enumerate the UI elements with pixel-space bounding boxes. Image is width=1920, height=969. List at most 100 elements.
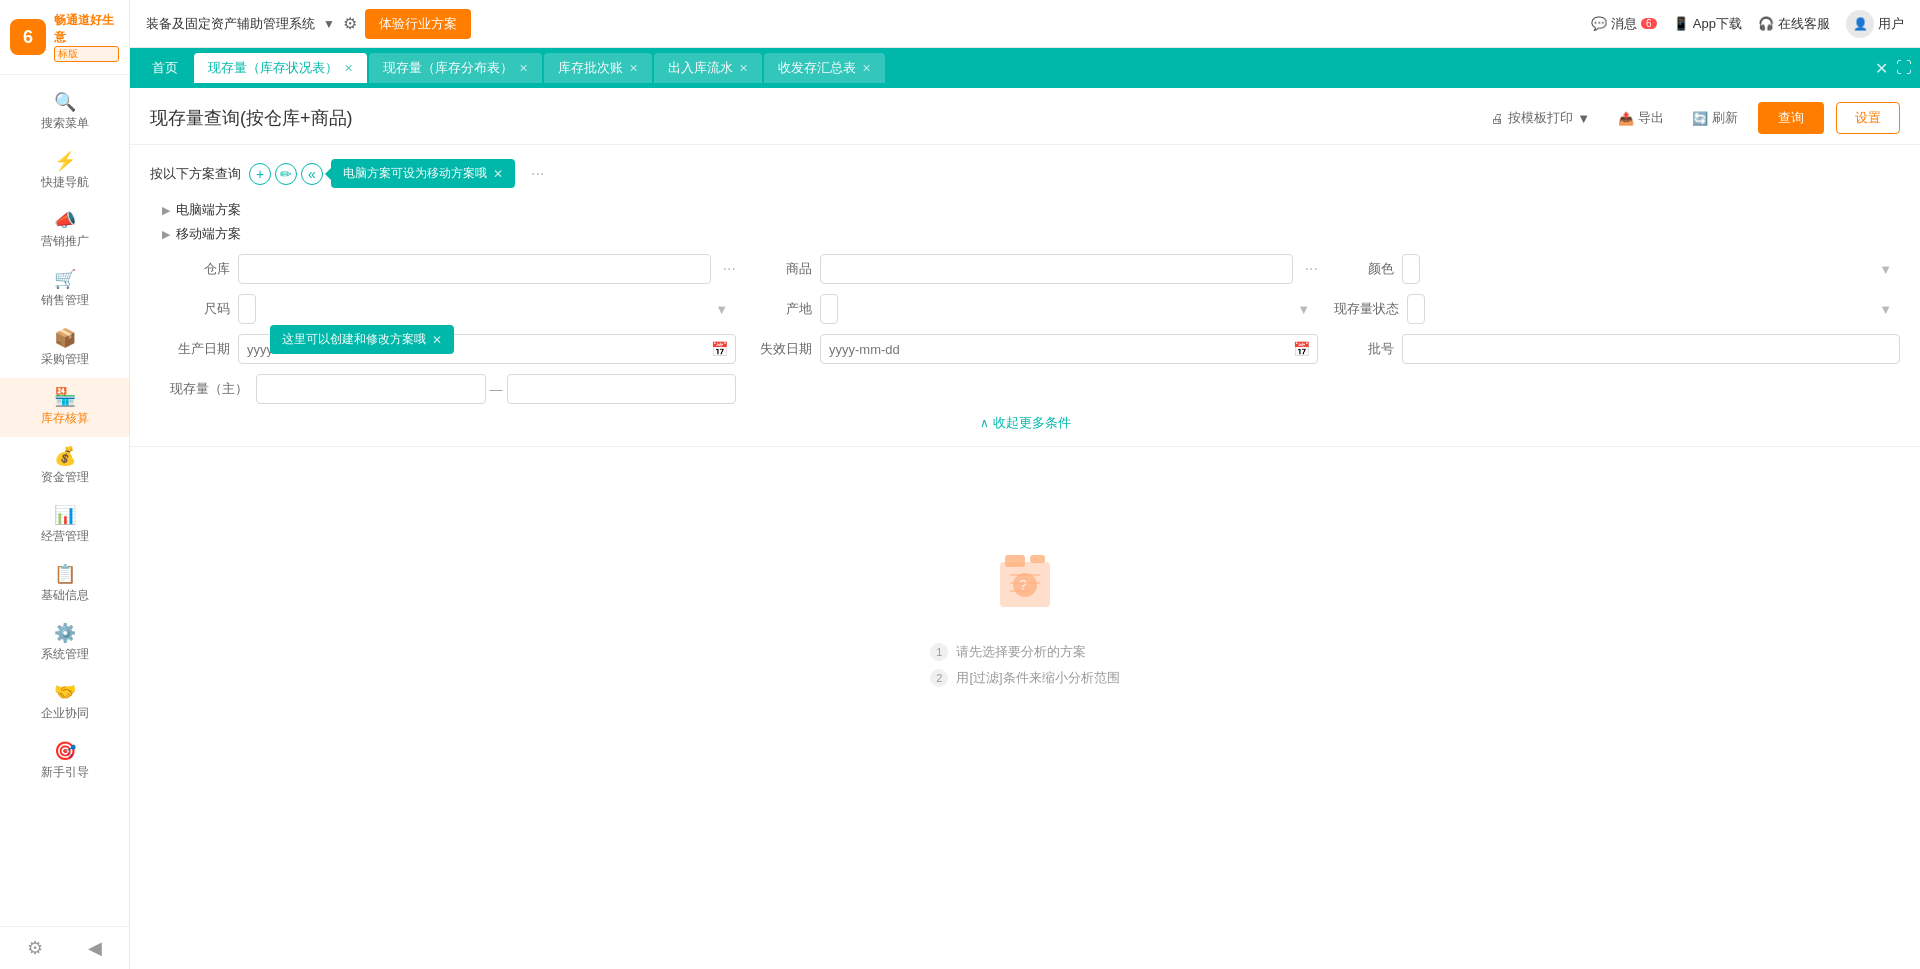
user-avatar: 👤 (1846, 10, 1874, 38)
tab-collect-close[interactable]: ✕ (862, 63, 871, 74)
color-select[interactable] (1402, 254, 1420, 284)
sidebar-item-sales[interactable]: 🛒 销售管理 (0, 260, 129, 319)
sidebar-nav: 🔍 搜索菜单 ⚡ 快捷导航 📣 营销推广 🛒 销售管理 📦 采购管理 🏪 库存核… (0, 75, 129, 926)
scheme-tooltip-text: 电脑方案可设为移动方案哦 (343, 165, 487, 182)
scheme-name-desktop: 电脑端方案 (176, 201, 241, 219)
tip-num-2: 2 (930, 669, 948, 687)
scheme-item-mobile[interactable]: ▶ 移动端方案 (162, 222, 1900, 246)
user-action[interactable]: 👤 用户 (1846, 10, 1904, 38)
scheme-arrow-desktop: ▶ (162, 204, 170, 217)
origin-select[interactable] (820, 294, 838, 324)
system-dropdown-icon[interactable]: ▼ (323, 17, 335, 31)
inventory-icon: 🏪 (54, 388, 76, 406)
header-right: 💬 消息 6 📱 App下载 🎧 在线客服 👤 用户 (1591, 10, 1904, 38)
filter-field-warehouse: 仓库 ··· (170, 254, 736, 284)
filter-field-stock-status: 现存量状态 ▼ (1334, 294, 1900, 324)
expire-date-cal-icon: 📅 (1293, 341, 1310, 357)
expire-date-start[interactable] (820, 334, 1318, 364)
sidebar-item-operations[interactable]: 📊 经营管理 (0, 496, 129, 555)
scheme-tooltip-close[interactable]: ✕ (493, 167, 503, 181)
tab-bar-end: ✕ ⛶ (1875, 59, 1912, 78)
tab-batch[interactable]: 库存批次账 ✕ (544, 53, 652, 83)
tab-collect[interactable]: 收发存汇总表 ✕ (764, 53, 885, 83)
warehouse-input[interactable] (238, 254, 711, 284)
trial-button[interactable]: 体验行业方案 (365, 9, 471, 39)
tab-inout-close[interactable]: ✕ (739, 63, 748, 74)
range-sep: — (490, 382, 503, 397)
system-name: 装备及固定资产辅助管理系统 (146, 15, 315, 33)
stock-status-select[interactable] (1407, 294, 1425, 324)
system-icon: ⚙️ (54, 624, 76, 642)
sidebar-item-search[interactable]: 🔍 搜索菜单 (0, 83, 129, 142)
sidebar-item-guide[interactable]: 🎯 新手引导 (0, 732, 129, 791)
sidebar-item-enterprise[interactable]: 🤝 企业协同 (0, 673, 129, 732)
size-select[interactable] (238, 294, 256, 324)
stock-qty-min[interactable] (256, 374, 486, 404)
tab-home[interactable]: 首页 (138, 53, 192, 83)
stock-status-label: 现存量状态 (1334, 300, 1399, 318)
produce-date-label: 生产日期 (170, 340, 230, 358)
filter-row-2: 尺码 ▼ 产地 (170, 294, 1900, 324)
tab-inout[interactable]: 出入库流水 ✕ (654, 53, 762, 83)
sidebar-item-inventory[interactable]: 🏪 库存核算 (0, 378, 129, 437)
tab-bar: 首页 现存量（库存状况表） ✕ 现存量（库存分布表） ✕ 库存批次账 ✕ 出入库… (130, 48, 1920, 88)
operations-icon: 📊 (54, 506, 76, 524)
refresh-button[interactable]: 🔄 刷新 (1684, 105, 1746, 131)
export-button[interactable]: 📤 导出 (1610, 105, 1672, 131)
empty-state: ? 1 请先选择要分析的方案 2 用[过滤]条件来缩小分析范围 (130, 447, 1920, 767)
filter-field-size: 尺码 ▼ (170, 294, 736, 324)
print-button[interactable]: 🖨 按模板打印 ▼ (1483, 105, 1598, 131)
tip-num-1: 1 (930, 643, 948, 661)
sidebar-item-marketing[interactable]: 📣 营销推广 (0, 201, 129, 260)
tab-batch-close[interactable]: ✕ (629, 63, 638, 74)
export-icon: 📤 (1618, 111, 1634, 126)
top-header: 装备及固定资产辅助管理系统 ▼ ⚙ 体验行业方案 💬 消息 6 📱 App下载 … (130, 0, 1920, 48)
sidebar-item-basic[interactable]: 📋 基础信息 (0, 555, 129, 614)
warehouse-label: 仓库 (170, 260, 230, 278)
message-badge: 6 (1641, 18, 1657, 29)
purchase-icon: 📦 (54, 329, 76, 347)
header-settings-icon[interactable]: ⚙ (343, 14, 357, 33)
sidebar: 6 畅通道好生意 标版 🔍 搜索菜单 ⚡ 快捷导航 📣 营销推广 🛒 销售管理 … (0, 0, 130, 969)
message-action[interactable]: 💬 消息 6 (1591, 15, 1657, 33)
tab-stock-status[interactable]: 现存量（库存状况表） ✕ (194, 53, 367, 83)
empty-tip-2: 2 用[过滤]条件来缩小分析范围 (930, 669, 1119, 687)
scheme-item-desktop[interactable]: ▶ 电脑端方案 (162, 198, 1900, 222)
warehouse-dots[interactable]: ··· (723, 260, 736, 278)
stock-qty-label: 现存量（主） (170, 380, 248, 398)
expire-date-label: 失效日期 (752, 340, 812, 358)
edit-scheme-btn[interactable]: ✏ (275, 163, 297, 185)
filter-field-origin: 产地 ▼ (752, 294, 1318, 324)
sidebar-item-quick[interactable]: ⚡ 快捷导航 (0, 142, 129, 201)
goods-dots[interactable]: ··· (1305, 260, 1318, 278)
stock-qty-max[interactable] (507, 374, 737, 404)
scheme-dots-menu[interactable]: ··· (531, 165, 544, 183)
batch-input[interactable] (1402, 334, 1900, 364)
prev-scheme-btn[interactable]: « (301, 163, 323, 185)
print-icon: 🖨 (1491, 111, 1504, 126)
app-download-action[interactable]: 📱 App下载 (1673, 15, 1742, 33)
sidebar-item-system[interactable]: ⚙️ 系统管理 (0, 614, 129, 673)
tab-stock-dist[interactable]: 现存量（库存分布表） ✕ (369, 53, 542, 83)
edit-scheme-tooltip[interactable]: 这里可以创建和修改方案哦 ✕ (270, 325, 454, 354)
color-label: 颜色 (1334, 260, 1394, 278)
collapse-sidebar-icon[interactable]: ◀ (88, 937, 102, 959)
tab-maximize[interactable]: ⛶ (1896, 59, 1912, 77)
settings-button[interactable]: 设置 (1836, 102, 1900, 134)
query-button[interactable]: 查询 (1758, 102, 1824, 134)
tab-stock-status-close[interactable]: ✕ (344, 63, 353, 74)
tab-close-all[interactable]: ✕ (1875, 59, 1888, 78)
edit-tooltip-close[interactable]: ✕ (432, 333, 442, 347)
add-scheme-btn[interactable]: + (249, 163, 271, 185)
sales-icon: 🛒 (54, 270, 76, 288)
sidebar-item-purchase[interactable]: 📦 采购管理 (0, 319, 129, 378)
scheme-tooltip[interactable]: 电脑方案可设为移动方案哦 ✕ (331, 159, 515, 188)
sidebar-item-finance[interactable]: 💰 资金管理 (0, 437, 129, 496)
tab-stock-dist-close[interactable]: ✕ (519, 63, 528, 74)
goods-input-wrapper (820, 254, 1293, 284)
online-service-action[interactable]: 🎧 在线客服 (1758, 15, 1830, 33)
expire-date-start-wrapper: 📅 (820, 334, 1318, 364)
goods-input[interactable] (820, 254, 1293, 284)
settings-bottom-icon[interactable]: ⚙ (27, 937, 43, 959)
collapse-button[interactable]: ∧ 收起更多条件 (150, 404, 1900, 432)
